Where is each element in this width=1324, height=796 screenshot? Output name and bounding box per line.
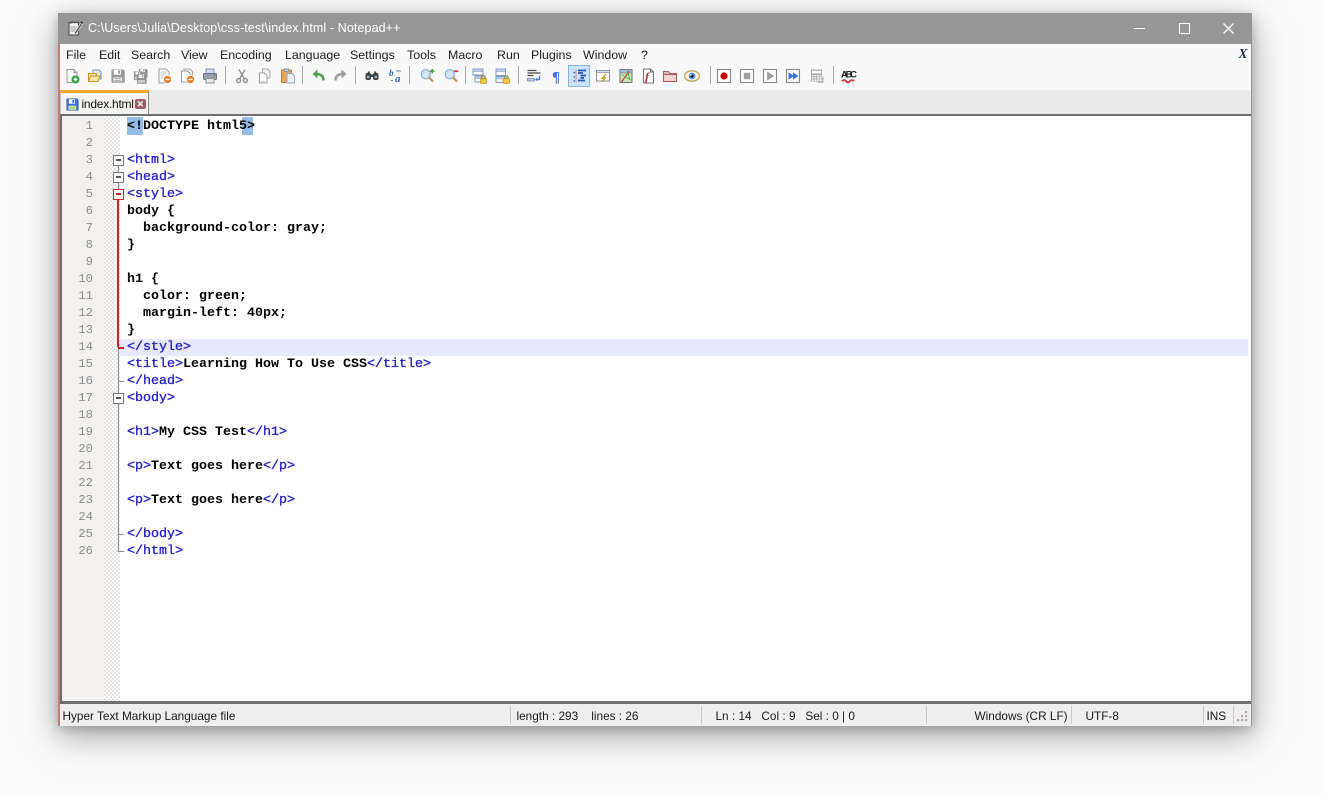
svg-text:a: a <box>395 73 401 84</box>
svg-text:ABC: ABC <box>841 69 857 80</box>
svg-text:¶: ¶ <box>552 69 560 84</box>
svg-text:b: b <box>389 68 394 78</box>
